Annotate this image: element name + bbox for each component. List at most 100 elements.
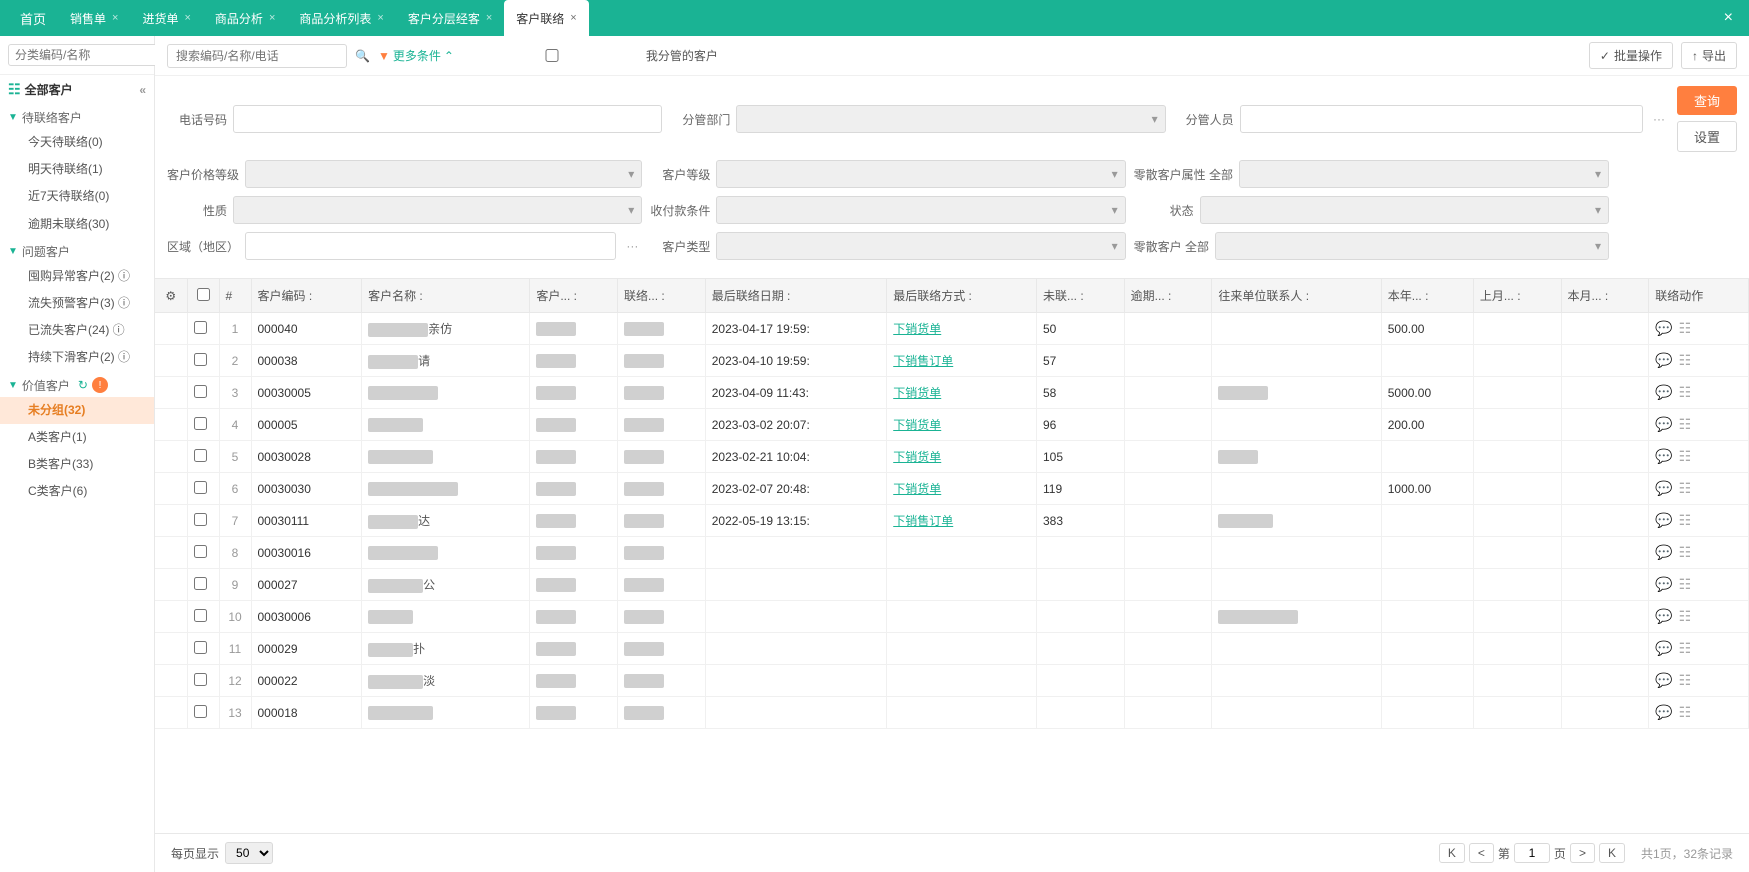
sidebar-group-pending[interactable]: ▼ 待联络客户 xyxy=(0,104,154,129)
td-check[interactable] xyxy=(187,697,219,729)
grid-action-icon[interactable]: ☷ xyxy=(1679,576,1692,593)
td-check[interactable] xyxy=(187,409,219,441)
tab-productanalysislist-close[interactable]: × xyxy=(377,12,383,24)
last-method-link[interactable]: 下销货单 xyxy=(893,386,941,400)
th-check[interactable] xyxy=(187,279,219,313)
filter-customertype-select[interactable] xyxy=(716,232,1125,260)
td-check[interactable] xyxy=(187,633,219,665)
query-button[interactable]: 查询 xyxy=(1677,86,1737,115)
close-all-tabs[interactable]: × xyxy=(1716,9,1741,27)
comment-icon[interactable]: 💬 xyxy=(1655,576,1672,593)
grid-action-icon[interactable]: ☷ xyxy=(1679,640,1692,657)
comment-icon[interactable]: 💬 xyxy=(1655,608,1672,625)
tab-purchaseorder-close[interactable]: × xyxy=(184,12,190,24)
th-lastmethod[interactable]: 最后联络方式 : xyxy=(887,279,1037,313)
filter-manager-dots[interactable]: ··· xyxy=(1649,112,1669,126)
sidebar-item-declining[interactable]: 持续下滑客户(2) ⓘ xyxy=(0,344,154,371)
filter-dept-select[interactable] xyxy=(736,105,1165,133)
th-lastmonth[interactable]: 上月... : xyxy=(1473,279,1561,313)
sidebar-group-value[interactable]: ▼ 价值客户 ↻ ! xyxy=(0,372,154,397)
grid-action-icon[interactable]: ☷ xyxy=(1679,416,1692,433)
page-prev-btn[interactable]: < xyxy=(1469,843,1494,863)
filter-zeroattr-select[interactable] xyxy=(1239,160,1609,188)
tab-salesorder-close[interactable]: × xyxy=(112,12,118,24)
td-check[interactable] xyxy=(187,313,219,345)
filter-more-btn[interactable]: ▼ 更多条件 ⌃ xyxy=(378,47,454,64)
th-settings[interactable]: ⚙ xyxy=(155,279,187,313)
sidebar-collapse-btn[interactable]: « xyxy=(139,83,146,97)
row-checkbox[interactable] xyxy=(194,353,207,366)
grid-action-icon[interactable]: ☷ xyxy=(1679,384,1692,401)
sidebar-group-problem[interactable]: ▼ 问题客户 xyxy=(0,238,154,263)
last-method-link[interactable]: 下销售订单 xyxy=(893,514,953,528)
page-next-btn[interactable]: > xyxy=(1570,843,1595,863)
th-contact[interactable]: 联络... : xyxy=(618,279,706,313)
nav-home[interactable]: 首页 xyxy=(8,9,58,28)
grid-action-icon[interactable]: ☷ xyxy=(1679,608,1692,625)
comment-icon[interactable]: 💬 xyxy=(1655,512,1672,529)
filter-pricelevel-select[interactable] xyxy=(245,160,642,188)
sidebar-item-typeA[interactable]: A类客户(1) xyxy=(0,424,154,451)
sidebar-item-today[interactable]: 今天待联络(0) xyxy=(0,129,154,156)
batch-op-button[interactable]: ✓ 批量操作 xyxy=(1589,42,1673,69)
row-checkbox[interactable] xyxy=(194,609,207,622)
sidebar-item-churn-warn[interactable]: 流失预警客户(3) ⓘ xyxy=(0,290,154,317)
th-lastdate[interactable]: 最后联络日期 : xyxy=(705,279,887,313)
grid-action-icon[interactable]: ☷ xyxy=(1679,352,1692,369)
tab-salesorder[interactable]: 销售单 × xyxy=(58,0,130,36)
filter-region-input[interactable] xyxy=(245,232,616,260)
comment-icon[interactable]: 💬 xyxy=(1655,640,1672,657)
page-first-btn[interactable]: K xyxy=(1439,843,1465,863)
row-checkbox[interactable] xyxy=(194,705,207,718)
sidebar-item-overdue[interactable]: 逾期未联络(30) xyxy=(0,211,154,238)
comment-icon[interactable]: 💬 xyxy=(1655,320,1672,337)
th-type[interactable]: 客户... : xyxy=(530,279,618,313)
td-check[interactable] xyxy=(187,377,219,409)
th-uncontacted[interactable]: 未联... : xyxy=(1036,279,1124,313)
last-method-link[interactable]: 下销货单 xyxy=(893,418,941,432)
filter-region-dots[interactable]: ··· xyxy=(622,239,642,253)
last-method-link[interactable]: 下销货单 xyxy=(893,450,941,464)
last-method-link[interactable]: 下销售订单 xyxy=(893,354,953,368)
filter-manager-input[interactable] xyxy=(1240,105,1643,133)
sidebar-item-tomorrow[interactable]: 明天待联络(1) xyxy=(0,156,154,183)
comment-icon[interactable]: 💬 xyxy=(1655,544,1672,561)
row-checkbox[interactable] xyxy=(194,545,207,558)
tab-customersegment-close[interactable]: × xyxy=(486,12,492,24)
tab-customersegment[interactable]: 客户分层经客 × xyxy=(396,0,504,36)
my-customers-checkbox[interactable] xyxy=(462,49,642,62)
row-checkbox[interactable] xyxy=(194,417,207,430)
grid-action-icon[interactable]: ☷ xyxy=(1679,704,1692,721)
page-input[interactable] xyxy=(1514,843,1550,863)
sidebar-all-customers[interactable]: ☷ 全部客户 « xyxy=(0,75,154,104)
export-button[interactable]: ↑ 导出 xyxy=(1681,42,1737,69)
tab-customercontact[interactable]: 客户联络 × xyxy=(504,0,588,36)
th-name[interactable]: 客户名称 : xyxy=(362,279,530,313)
row-checkbox[interactable] xyxy=(194,641,207,654)
th-code[interactable]: 客户编码 : xyxy=(251,279,362,313)
comment-icon[interactable]: 💬 xyxy=(1655,480,1672,497)
search-input[interactable] xyxy=(167,44,347,68)
filter-zerocustomer-select[interactable] xyxy=(1215,232,1609,260)
filter-search-icon[interactable]: 🔍 xyxy=(355,49,370,63)
comment-icon[interactable]: 💬 xyxy=(1655,416,1672,433)
grid-action-icon[interactable]: ☷ xyxy=(1679,480,1692,497)
grid-action-icon[interactable]: ☷ xyxy=(1679,672,1692,689)
tab-productanalysislist[interactable]: 商品分析列表 × xyxy=(287,0,395,36)
th-overdue[interactable]: 逾期... : xyxy=(1124,279,1212,313)
last-method-link[interactable]: 下销货单 xyxy=(893,482,941,496)
td-check[interactable] xyxy=(187,441,219,473)
tab-productanalysis-close[interactable]: × xyxy=(269,12,275,24)
td-check[interactable] xyxy=(187,345,219,377)
tab-customercontact-close[interactable]: × xyxy=(570,12,576,24)
per-page-select[interactable]: 50 xyxy=(225,842,273,864)
grid-action-icon[interactable]: ☷ xyxy=(1679,320,1692,337)
comment-icon[interactable]: 💬 xyxy=(1655,448,1672,465)
tab-productanalysis[interactable]: 商品分析 × xyxy=(203,0,287,36)
select-all-checkbox[interactable] xyxy=(197,288,210,301)
row-checkbox[interactable] xyxy=(194,385,207,398)
grid-action-icon[interactable]: ☷ xyxy=(1679,544,1692,561)
td-check[interactable] xyxy=(187,537,219,569)
comment-icon[interactable]: 💬 xyxy=(1655,672,1672,689)
sidebar-search-input[interactable] xyxy=(8,44,177,66)
